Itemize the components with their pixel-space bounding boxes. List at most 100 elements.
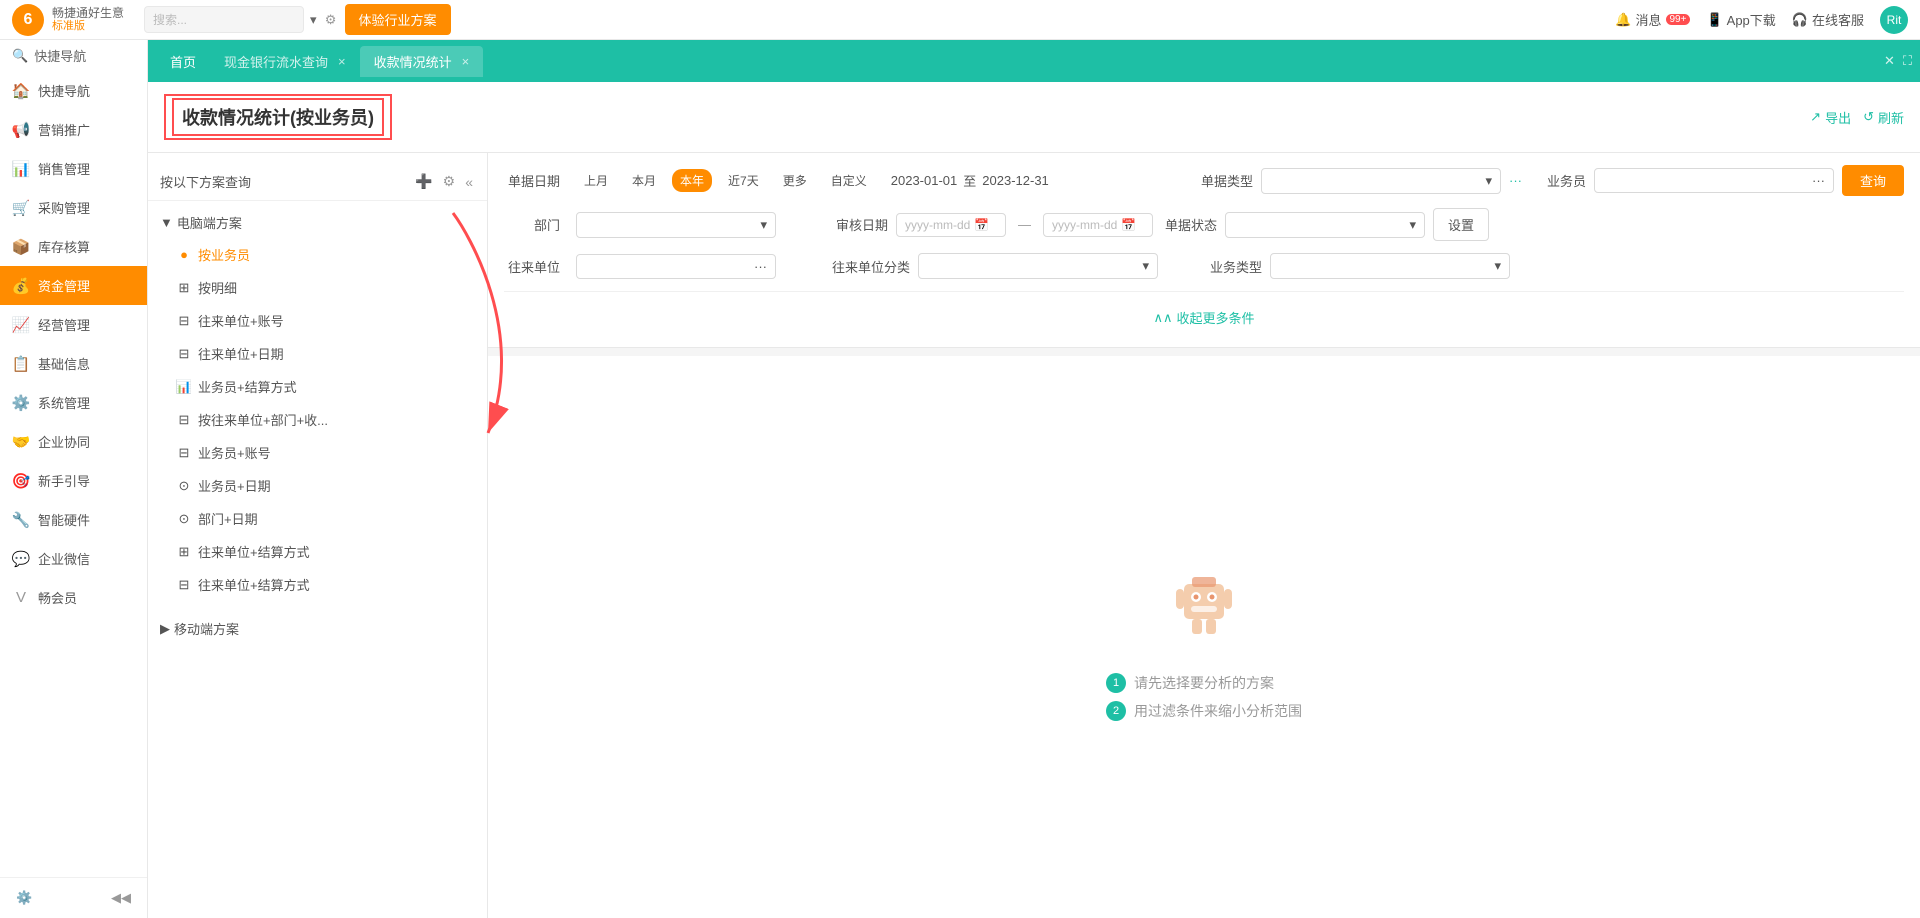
scheme-partner-settle1[interactable]: ⊞ 往来单位+结算方式	[148, 535, 487, 568]
dept-select[interactable]: ▾	[576, 212, 776, 238]
sidebar-item-guide[interactable]: 🎯 新手引导	[0, 461, 147, 500]
empty-state: 1 请先选择要分析的方案 2 用过滤条件来缩小分析范围	[1066, 509, 1342, 765]
left-panel: 按以下方案查询 ➕ ⚙ « ▼ 电脑端方案 ●	[148, 153, 488, 918]
review-date-to[interactable]: yyyy-mm-dd 📅	[1043, 213, 1153, 237]
export-button[interactable]: ↗ 导出	[1810, 108, 1851, 127]
doc-status-label: 单据状态	[1161, 215, 1217, 234]
query-button[interactable]: 查询	[1842, 165, 1904, 196]
date-range: 2023-01-01 至 2023-12-31	[891, 171, 1049, 190]
finance-icon: 💰	[12, 277, 30, 295]
collapse-panel-btn[interactable]: «	[463, 172, 475, 192]
sidebar-item-system[interactable]: ⚙️ 系统管理	[0, 383, 147, 422]
btn-7days[interactable]: 近7天	[720, 169, 767, 192]
basic-icon: 📋	[12, 355, 30, 373]
sidebar-item-purchase[interactable]: 🛒 采购管理	[0, 188, 147, 227]
footer-settings[interactable]: ⚙️	[12, 886, 36, 910]
date-from-value: 2023-01-01	[891, 173, 958, 188]
sidebar-item-business[interactable]: 📈 经营管理	[0, 305, 147, 344]
app-download-action[interactable]: 📱 App下载	[1706, 10, 1775, 29]
user-avatar[interactable]: Rit	[1880, 6, 1908, 34]
online-service-action[interactable]: 🎧 在线客服	[1792, 10, 1864, 29]
page-title-box: 收款情况统计(按业务员)	[164, 94, 392, 140]
sales-icon: 📊	[12, 160, 30, 178]
sidebar-item-basic[interactable]: 📋 基础信息	[0, 344, 147, 383]
step-1-num: 1	[1106, 673, 1126, 693]
salesman-select[interactable]: ···	[1594, 168, 1834, 193]
collapse-sidebar-btn[interactable]: ◀◀	[107, 886, 135, 910]
search-menu-item[interactable]: 🔍 快捷导航	[0, 40, 147, 71]
doc-type-more[interactable]: ···	[1509, 173, 1522, 188]
refresh-button[interactable]: ↺ 刷新	[1863, 108, 1904, 127]
collapse-filters-btn[interactable]: ∧∧ 收起更多条件	[504, 300, 1904, 335]
desktop-group-header[interactable]: ▼ 电脑端方案	[148, 207, 487, 238]
bell-icon: 🔔	[1615, 12, 1631, 28]
filter-area: 单据日期 上月 本月 本年 近7天 更多 自定义	[488, 153, 1920, 348]
scheme-by-detail[interactable]: ⊞ 按明细	[148, 271, 487, 304]
message-badge: 99+	[1666, 14, 1691, 25]
manage-scheme-btn[interactable]: ⚙	[441, 171, 458, 192]
tab-bank-flow[interactable]: 现金银行流水查询 ×	[210, 46, 360, 77]
message-action[interactable]: 🔔 消息 99+	[1615, 10, 1690, 29]
tab-close-window[interactable]: ✕	[1884, 53, 1895, 69]
dept-date-icon: ⊙	[176, 511, 192, 527]
partner-category-select[interactable]: ▾	[918, 253, 1158, 279]
tab-expand[interactable]: ⛶	[1903, 53, 1912, 69]
scheme-partner-dept-collect[interactable]: ⊟ 按往来单位+部门+收...	[148, 403, 487, 436]
review-date-from[interactable]: yyyy-mm-dd 📅	[896, 213, 1006, 237]
tab-home[interactable]: 首页	[156, 46, 210, 77]
settings-button[interactable]: 设置	[1433, 208, 1489, 241]
scheme-partner-date[interactable]: ⊟ 往来单位+日期	[148, 337, 487, 370]
tab-collection-stats[interactable]: 收款情况统计 ×	[360, 46, 484, 77]
tab-close-collection-stats[interactable]: ×	[462, 54, 470, 69]
refresh-icon: ↺	[1863, 109, 1874, 125]
sidebar-item-marketing[interactable]: 📢 营销推广	[0, 110, 147, 149]
biz-type-select[interactable]: ▾	[1270, 253, 1510, 279]
scheme-salesman-settle[interactable]: 📊 业务员+结算方式	[148, 370, 487, 403]
settings-icon[interactable]: ⚙	[317, 6, 345, 34]
btn-this-year[interactable]: 本年	[672, 169, 712, 192]
partner-account-icon: ⊟	[176, 313, 192, 329]
sidebar-item-member[interactable]: V 畅会员	[0, 578, 147, 617]
date-separator: —	[1014, 217, 1035, 232]
partner-date-icon: ⊟	[176, 346, 192, 362]
sidebar-item-inventory[interactable]: 📦 库存核算	[0, 227, 147, 266]
scheme-partner-account[interactable]: ⊟ 往来单位+账号	[148, 304, 487, 337]
salesman-account-icon: ⊟	[176, 445, 192, 461]
sidebar-item-hardware[interactable]: 🔧 智能硬件	[0, 500, 147, 539]
filter-row-2: 部门 ▾ 审核日期 yyyy-mm-dd 📅	[504, 208, 1904, 241]
sidebar-footer: ⚙️ ◀◀	[0, 877, 147, 918]
search-bar[interactable]: 搜索...	[144, 6, 304, 33]
sidebar-item-quick-nav[interactable]: 🏠 快捷导航	[0, 71, 147, 110]
sidebar-item-sales[interactable]: 📊 销售管理	[0, 149, 147, 188]
sidebar-item-finance[interactable]: 💰 资金管理	[0, 266, 147, 305]
biz-type-label: 业务类型	[1206, 257, 1262, 276]
marketing-icon: 📢	[12, 121, 30, 139]
tab-close-bank-flow[interactable]: ×	[338, 54, 346, 69]
partner-select[interactable]: ···	[576, 254, 776, 279]
business-icon: 📈	[12, 316, 30, 334]
partner-settle2-icon: ⊟	[176, 577, 192, 593]
scheme-partner-settle2[interactable]: ⊟ 往来单位+结算方式	[148, 568, 487, 601]
scheme-by-salesman[interactable]: ● 按业务员	[148, 238, 487, 271]
scheme-salesman-date[interactable]: ⊙ 业务员+日期	[148, 469, 487, 502]
btn-more-date[interactable]: 更多	[775, 169, 815, 192]
scheme-dept-date[interactable]: ⊙ 部门+日期	[148, 502, 487, 535]
scheme-salesman-account[interactable]: ⊟ 业务员+账号	[148, 436, 487, 469]
doc-type-label: 单据类型	[1197, 171, 1253, 190]
page-body: 按以下方案查询 ➕ ⚙ « ▼ 电脑端方案 ●	[148, 153, 1920, 918]
btn-custom-date[interactable]: 自定义	[823, 169, 875, 192]
add-scheme-btn[interactable]: ➕	[413, 171, 434, 192]
doc-status-select[interactable]: ▾	[1225, 212, 1425, 238]
right-panel: 单据日期 上月 本月 本年 近7天 更多 自定义	[488, 153, 1920, 918]
wechat-icon: 💬	[12, 550, 30, 568]
inventory-icon: 📦	[12, 238, 30, 256]
mobile-group-header[interactable]: ▶ 移动端方案	[148, 613, 487, 644]
doc-type-select[interactable]: ▾	[1261, 168, 1501, 194]
sidebar-item-enterprise[interactable]: 🤝 企业协同	[0, 422, 147, 461]
btn-this-month[interactable]: 本月	[624, 169, 664, 192]
btn-last-month[interactable]: 上月	[576, 169, 616, 192]
trial-button[interactable]: 体验行业方案	[345, 4, 451, 35]
sidebar-item-wechat[interactable]: 💬 企业微信	[0, 539, 147, 578]
active-scheme-icon: ●	[176, 247, 192, 263]
page-body-wrapper: 按以下方案查询 ➕ ⚙ « ▼ 电脑端方案 ●	[148, 153, 1920, 918]
